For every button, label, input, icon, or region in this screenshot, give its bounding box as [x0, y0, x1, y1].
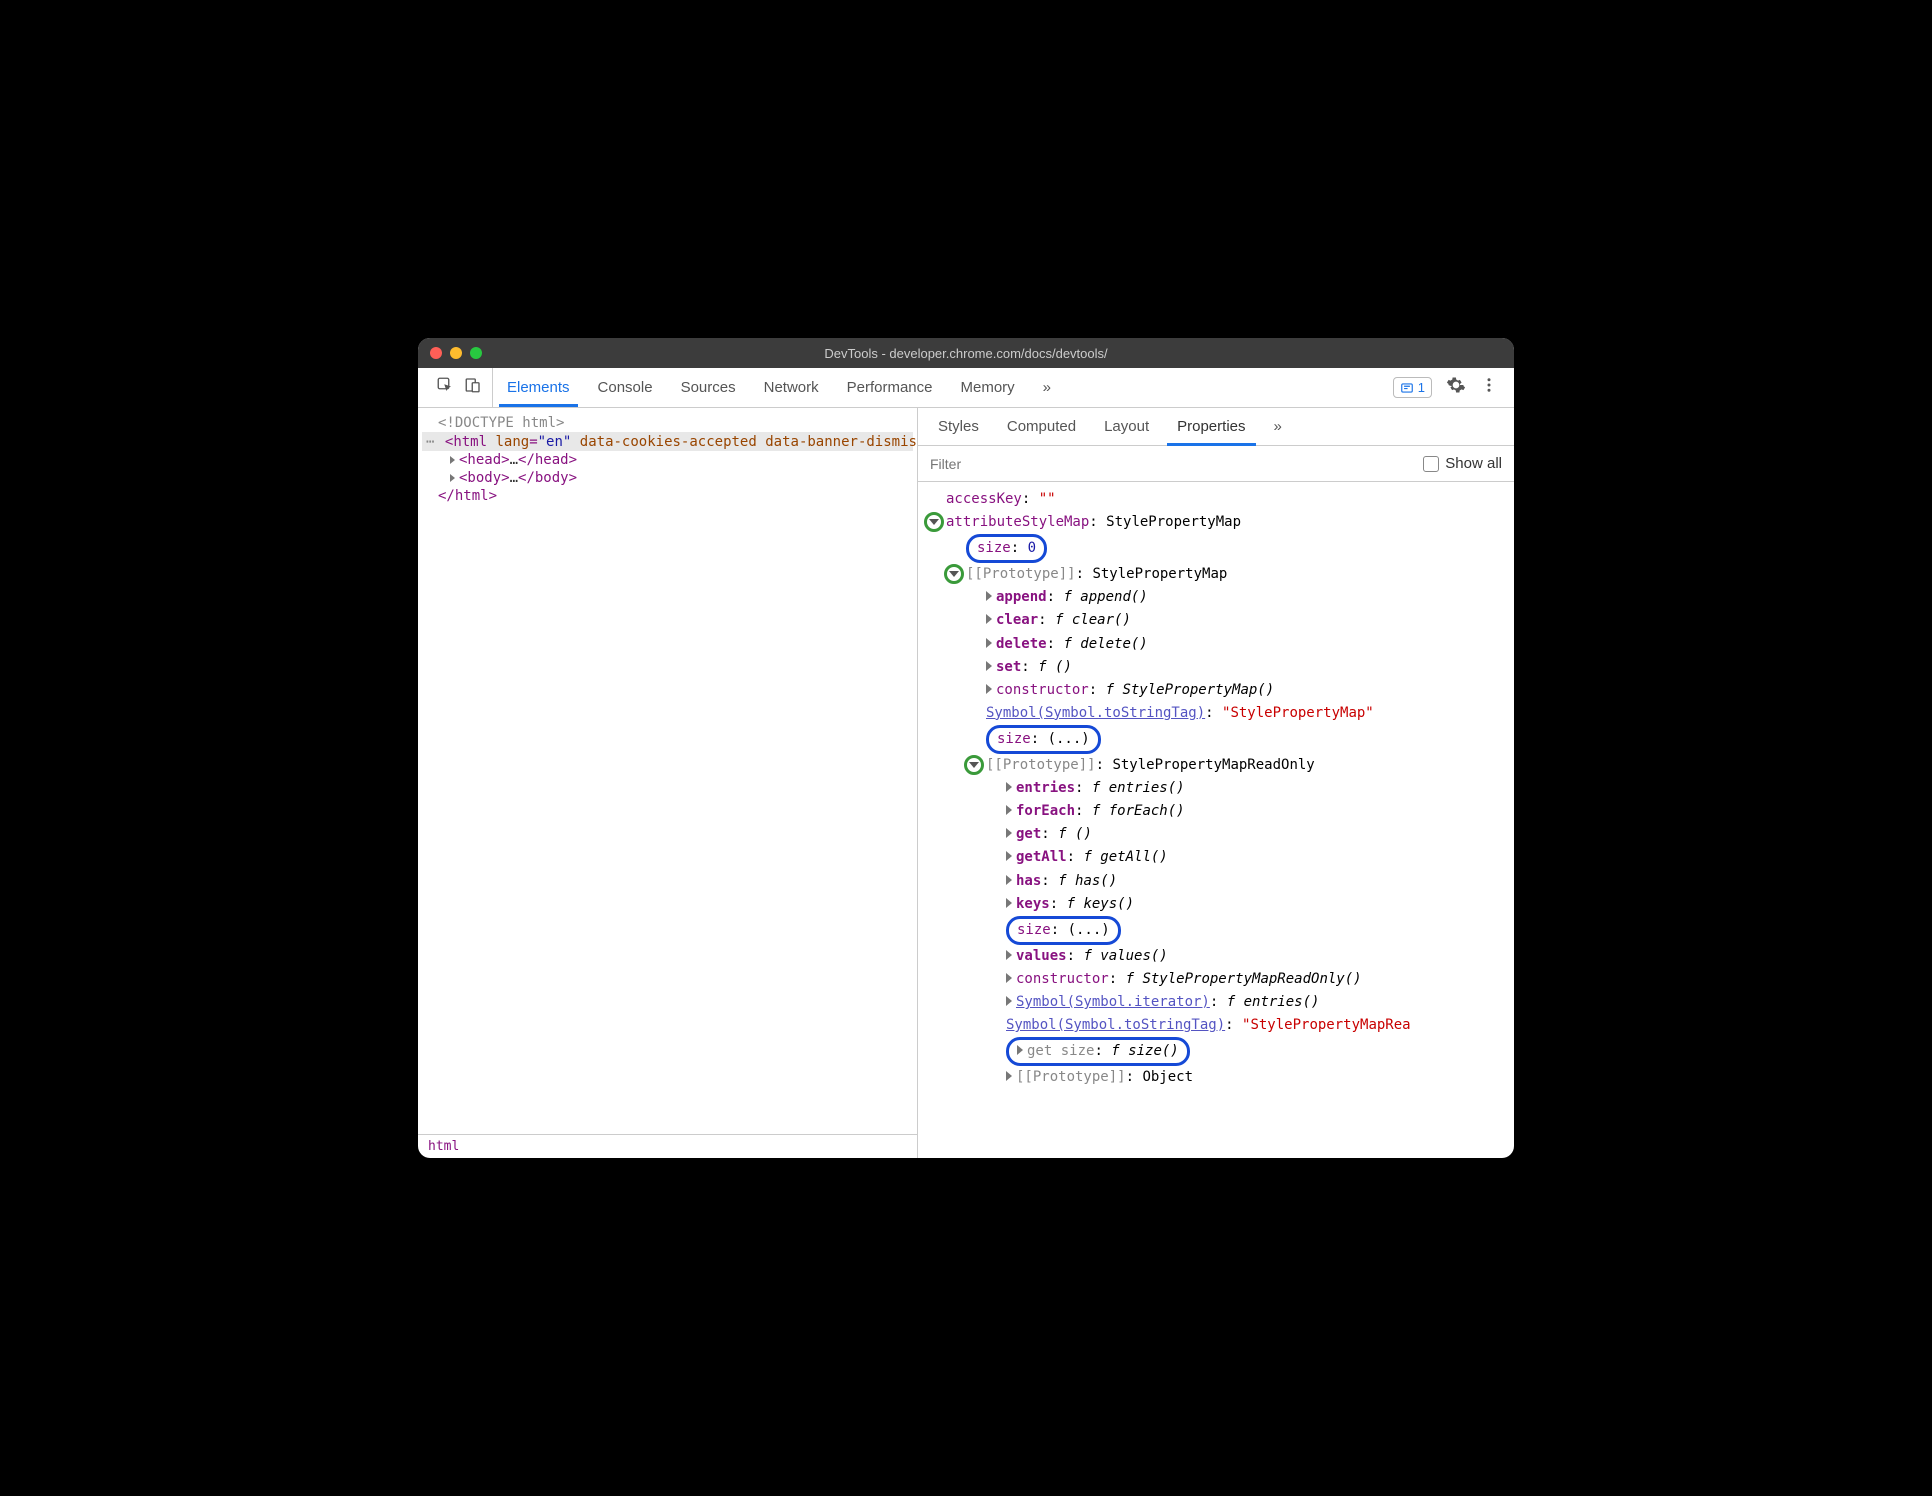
- traffic-lights: [430, 347, 482, 359]
- expanded-marker-icon[interactable]: [944, 564, 964, 584]
- prop-constructor-1[interactable]: constructor: f StylePropertyMap(): [926, 679, 1506, 702]
- expand-icon[interactable]: [1006, 875, 1012, 885]
- dom-body-element[interactable]: <body>…</body>: [422, 469, 913, 487]
- tab-elements[interactable]: Elements: [493, 368, 584, 407]
- prop-set[interactable]: set: f (): [926, 656, 1506, 679]
- prop-delete[interactable]: delete: f delete(): [926, 633, 1506, 656]
- more-tabs-button[interactable]: »: [1029, 368, 1065, 407]
- side-tabs: Styles Computed Layout Properties »: [918, 408, 1514, 446]
- prop-prototype-1[interactable]: [[Prototype]]: StylePropertyMap: [926, 563, 1506, 586]
- prop-tostringtag-2[interactable]: Symbol(Symbol.toStringTag): "StyleProper…: [926, 1014, 1506, 1037]
- expand-icon[interactable]: [986, 684, 992, 694]
- dom-doctype[interactable]: <!DOCTYPE html>: [422, 414, 913, 432]
- tab-network[interactable]: Network: [750, 368, 833, 407]
- prop-entries[interactable]: entries: f entries(): [926, 777, 1506, 800]
- prop-getall[interactable]: getAll: f getAll(): [926, 846, 1506, 869]
- expand-icon[interactable]: [1017, 1045, 1023, 1055]
- tab-computed[interactable]: Computed: [993, 408, 1090, 445]
- highlight-oval: size: (...): [986, 725, 1101, 754]
- expand-icon[interactable]: [1006, 950, 1012, 960]
- tab-sources[interactable]: Sources: [667, 368, 750, 407]
- prop-foreach[interactable]: forEach: f forEach(): [926, 800, 1506, 823]
- prop-append[interactable]: append: f append(): [926, 586, 1506, 609]
- expand-icon[interactable]: [1006, 851, 1012, 861]
- tab-console[interactable]: Console: [584, 368, 667, 407]
- expand-icon[interactable]: [1006, 898, 1012, 908]
- prop-clear[interactable]: clear: f clear(): [926, 609, 1506, 632]
- expand-icon[interactable]: [986, 614, 992, 624]
- prop-prototype-3[interactable]: [[Prototype]]: Object: [926, 1066, 1506, 1089]
- prop-values[interactable]: values: f values(): [926, 945, 1506, 968]
- prop-has[interactable]: has: f has(): [926, 870, 1506, 893]
- content: <!DOCTYPE html> <html lang="en" data-coo…: [418, 408, 1514, 1158]
- more-side-tabs-button[interactable]: »: [1260, 408, 1296, 445]
- tab-styles[interactable]: Styles: [924, 408, 993, 445]
- breadcrumb[interactable]: html: [418, 1134, 917, 1158]
- prop-keys[interactable]: keys: f keys(): [926, 893, 1506, 916]
- devtools-window: DevTools - developer.chrome.com/docs/dev…: [418, 338, 1514, 1158]
- titlebar: DevTools - developer.chrome.com/docs/dev…: [418, 338, 1514, 368]
- expanded-marker-icon[interactable]: [964, 755, 984, 775]
- expand-icon[interactable]: [1006, 996, 1012, 1006]
- expand-icon[interactable]: [450, 456, 455, 464]
- more-menu-icon[interactable]: [1480, 376, 1498, 399]
- prop-accesskey[interactable]: accessKey: "": [926, 488, 1506, 511]
- highlight-oval: get size: f size(): [1006, 1037, 1190, 1066]
- issues-badge[interactable]: 1: [1393, 377, 1432, 398]
- expand-icon[interactable]: [1006, 1071, 1012, 1081]
- expand-icon[interactable]: [1006, 828, 1012, 838]
- expand-icon[interactable]: [450, 474, 455, 482]
- tab-layout[interactable]: Layout: [1090, 408, 1163, 445]
- expand-icon[interactable]: [1006, 805, 1012, 815]
- dom-html-element[interactable]: <html lang="en" data-cookies-accepted da…: [422, 432, 913, 451]
- expand-icon[interactable]: [986, 661, 992, 671]
- prop-constructor-2[interactable]: constructor: f StylePropertyMapReadOnly(…: [926, 968, 1506, 991]
- highlight-oval: size: (...): [1006, 916, 1121, 945]
- minimize-window-button[interactable]: [450, 347, 462, 359]
- prop-get-size[interactable]: get size: f size(): [926, 1037, 1506, 1066]
- prop-size-ellipsis-1[interactable]: size: (...): [926, 725, 1506, 754]
- expand-icon[interactable]: [1006, 782, 1012, 792]
- toolbar-right: 1: [1393, 375, 1506, 400]
- prop-size-ellipsis-2[interactable]: size: (...): [926, 916, 1506, 945]
- elements-panel: <!DOCTYPE html> <html lang="en" data-coo…: [418, 408, 918, 1158]
- device-toggle-icon[interactable]: [464, 376, 482, 399]
- prop-tostringtag-1[interactable]: Symbol(Symbol.toStringTag): "StyleProper…: [926, 702, 1506, 725]
- dom-head-element[interactable]: <head>…</head>: [422, 451, 913, 469]
- checkbox-icon[interactable]: [1423, 456, 1439, 472]
- tab-performance[interactable]: Performance: [833, 368, 947, 407]
- dom-html-close[interactable]: </html>: [422, 487, 913, 505]
- main-tabs: Elements Console Sources Network Perform…: [493, 368, 1393, 407]
- main-toolbar: Elements Console Sources Network Perform…: [418, 368, 1514, 408]
- prop-symbol-iterator[interactable]: Symbol(Symbol.iterator): f entries(): [926, 991, 1506, 1014]
- prop-attributestylemap[interactable]: attributeStyleMap: StylePropertyMap: [926, 511, 1506, 534]
- filter-bar: Show all: [918, 446, 1514, 482]
- prop-size-0[interactable]: size: 0: [926, 534, 1506, 563]
- side-panel: Styles Computed Layout Properties » Show…: [918, 408, 1514, 1158]
- expand-icon[interactable]: [986, 638, 992, 648]
- toolbar-icons: [426, 368, 493, 407]
- inspect-icon[interactable]: [436, 376, 454, 399]
- expand-icon[interactable]: [1006, 973, 1012, 983]
- window-title: DevTools - developer.chrome.com/docs/dev…: [418, 346, 1514, 361]
- properties-tree[interactable]: accessKey: "" attributeStyleMap: StylePr…: [918, 482, 1514, 1158]
- expand-icon[interactable]: [986, 591, 992, 601]
- filter-input[interactable]: [930, 456, 1413, 472]
- expanded-marker-icon[interactable]: [924, 512, 944, 532]
- settings-icon[interactable]: [1446, 375, 1466, 400]
- close-window-button[interactable]: [430, 347, 442, 359]
- dom-tree[interactable]: <!DOCTYPE html> <html lang="en" data-coo…: [418, 408, 917, 1134]
- tab-memory[interactable]: Memory: [947, 368, 1029, 407]
- prop-get[interactable]: get: f (): [926, 823, 1506, 846]
- highlight-oval: size: 0: [966, 534, 1047, 563]
- tab-properties[interactable]: Properties: [1163, 408, 1259, 445]
- zoom-window-button[interactable]: [470, 347, 482, 359]
- prop-prototype-2[interactable]: [[Prototype]]: StylePropertyMapReadOnly: [926, 754, 1506, 777]
- show-all-toggle[interactable]: Show all: [1423, 455, 1502, 472]
